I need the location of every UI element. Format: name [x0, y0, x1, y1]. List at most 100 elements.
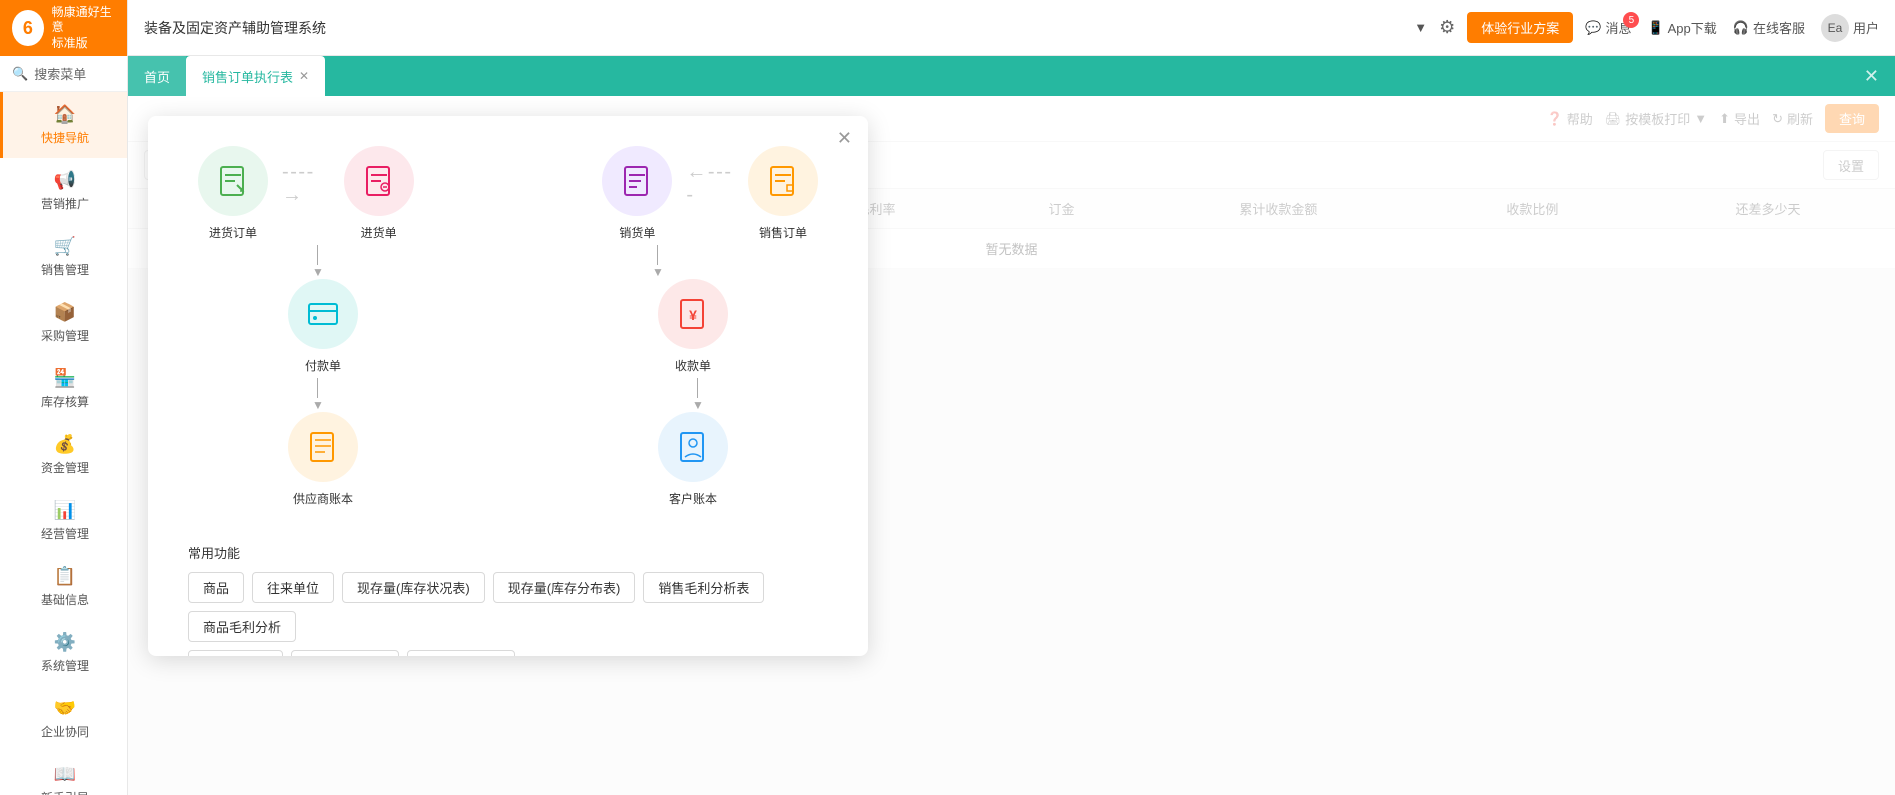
- arrow-purchase-to-bill: - - - - →: [278, 161, 334, 227]
- flow-item-purchase-order[interactable]: 进货订单: [188, 146, 278, 241]
- func-btn-stock-status[interactable]: 现存量(库存状况表): [342, 572, 485, 603]
- message-badge: 5: [1623, 12, 1639, 28]
- user-action[interactable]: Ea 用户: [1821, 14, 1879, 42]
- arrow-sales-order-to-bill: ← - - - -: [682, 161, 738, 227]
- corp-icon: 🤝: [54, 698, 76, 719]
- sidebar-item-finance[interactable]: 💰 资金管理: [0, 422, 127, 488]
- sales-icon: 🛒: [54, 236, 76, 257]
- inventory-icon: 🏪: [54, 368, 76, 389]
- sidebar-item-guide[interactable]: 📖 新手引导: [0, 752, 127, 795]
- sidebar-item-quick-nav[interactable]: 🏠 快捷导航: [0, 92, 127, 158]
- flow-item-supplier-ledger[interactable]: 供应商账本: [278, 412, 368, 507]
- svg-text:¥: ¥: [689, 307, 697, 323]
- experience-btn[interactable]: 体验行业方案: [1467, 12, 1573, 43]
- flow-item-sales-order[interactable]: 销售订单: [738, 146, 828, 241]
- flow-item-payment-bill[interactable]: 付款单: [278, 279, 368, 374]
- message-icon: 💬: [1585, 20, 1601, 36]
- supplier-ledger-circle: [288, 412, 358, 482]
- common-functions: 常用功能 商品 往来单位 现存量(库存状况表) 现存量(库存分布表) 销售毛利分…: [148, 527, 868, 656]
- quick-nav-modal: ✕ 进货订单: [148, 116, 868, 656]
- purchase-order-circle: [198, 146, 268, 216]
- marketing-icon: 📢: [54, 170, 76, 191]
- modal-overlay: ✕ 进货订单: [128, 96, 1895, 795]
- home-icon: 🏠: [54, 104, 76, 125]
- settings-icon[interactable]: ⚙: [1439, 17, 1455, 38]
- purchase-bill-label: 进货单: [361, 224, 397, 241]
- common-title: 常用功能: [188, 543, 828, 562]
- system-icon: ⚙️: [54, 632, 76, 653]
- sidebar-item-operation[interactable]: 📊 经营管理: [0, 488, 127, 554]
- sidebar-item-marketing[interactable]: 📢 营销推广: [0, 158, 127, 224]
- flow-item-purchase-bill[interactable]: 进货单: [334, 146, 424, 241]
- search-icon: 🔍: [12, 66, 28, 82]
- flow-item-sales-bill[interactable]: 销货单: [592, 146, 682, 241]
- message-action[interactable]: 💬 消息 5: [1585, 18, 1631, 37]
- content-area: ❓ 帮助 🖨 按模板打印 ▼ ⬆ 导出 ↻ 刷新 查询: [128, 96, 1895, 795]
- sidebar-item-corp[interactable]: 🤝 企业协同: [0, 686, 127, 752]
- topbar: 装备及固定资产辅助管理系统 ▼ ⚙ 体验行业方案 💬 消息 5 📱 App下载 …: [128, 0, 1895, 56]
- func-btn-product[interactable]: 商品: [188, 572, 244, 603]
- topbar-actions: 💬 消息 5 📱 App下载 🎧 在线客服 Ea 用户: [1585, 14, 1879, 42]
- tab-home[interactable]: 首页: [128, 56, 186, 96]
- close-tab-icon[interactable]: ✕: [1864, 66, 1895, 87]
- flow-row-1: 进货订单 - - - - → 进货单: [188, 146, 828, 241]
- flow-item-receipt-bill[interactable]: ¥ 收款单: [648, 279, 738, 374]
- flow-arrows-row2: ▼ ▼: [188, 378, 828, 412]
- operation-icon: 📊: [54, 500, 76, 521]
- sidebar-item-inventory[interactable]: 🏪 库存核算: [0, 356, 127, 422]
- func-btn-sales-rank[interactable]: 销售排行榜: [188, 650, 283, 656]
- func-btn-product-profit[interactable]: 商品毛利分析: [188, 611, 296, 642]
- func-btn-payment-stat[interactable]: 付款情况统计: [407, 650, 515, 656]
- flow-area: 进货订单 - - - - → 进货单: [148, 116, 868, 527]
- func-btn-sales-profit[interactable]: 销售毛利分析表: [643, 572, 764, 603]
- sidebar-item-sales[interactable]: 🛒 销售管理: [0, 224, 127, 290]
- purchase-order-label: 进货订单: [209, 224, 257, 241]
- func-buttons-row1: 商品 往来单位 现存量(库存状况表) 现存量(库存分布表) 销售毛利分析表 商品…: [188, 572, 828, 642]
- system-title: 装备及固定资产辅助管理系统: [144, 18, 1402, 38]
- guide-icon: 📖: [54, 764, 76, 785]
- dropdown-chevron-icon: ▼: [1414, 20, 1427, 35]
- flow-row-3: 供应商账本 客户账本: [188, 412, 828, 507]
- avatar: Ea: [1821, 14, 1849, 42]
- payment-bill-circle: [288, 279, 358, 349]
- sales-bill-circle: [602, 146, 672, 216]
- sidebar-nav: 🏠 快捷导航 📢 营销推广 🛒 销售管理 📦 采购管理 🏪 库存核算 💰: [0, 92, 127, 795]
- logo-text: 畅康通好生意 标准版: [52, 5, 115, 52]
- flow-item-customer-ledger[interactable]: 客户账本: [648, 412, 738, 507]
- tab-close-icon[interactable]: ✕: [299, 69, 309, 83]
- supplier-ledger-label: 供应商账本: [293, 490, 353, 507]
- func-btn-partner[interactable]: 往来单位: [252, 572, 334, 603]
- receipt-bill-circle: ¥: [658, 279, 728, 349]
- basic-icon: 📋: [54, 566, 76, 587]
- tab-sales-order[interactable]: 销售订单执行表 ✕: [186, 56, 325, 96]
- purchase-icon: 📦: [54, 302, 76, 323]
- func-buttons-row2: 销售排行榜 收款情况统计 付款情况统计: [188, 650, 828, 656]
- modal-close-btn[interactable]: ✕: [837, 128, 852, 149]
- func-btn-receipt-stat[interactable]: 收款情况统计: [291, 650, 399, 656]
- customer-ledger-circle: [658, 412, 728, 482]
- sales-bill-label: 销货单: [619, 224, 655, 241]
- customer-ledger-label: 客户账本: [669, 490, 717, 507]
- online-service-action[interactable]: 🎧 在线客服: [1733, 18, 1805, 37]
- sidebar: 6 畅康通好生意 标准版 🔍 搜索菜单 🏠 快捷导航 📢 营销推广 🛒 销售管理: [0, 0, 128, 795]
- sidebar-search[interactable]: 🔍 搜索菜单: [0, 56, 127, 92]
- sales-order-circle: [748, 146, 818, 216]
- system-dropdown[interactable]: ▼: [1414, 20, 1427, 35]
- sidebar-item-system[interactable]: ⚙️ 系统管理: [0, 620, 127, 686]
- flow-row-2: 付款单 ¥ 收款单: [188, 279, 828, 374]
- sales-order-label: 销售订单: [759, 224, 807, 241]
- tabbar: 首页 销售订单执行表 ✕ ✕: [128, 56, 1895, 96]
- func-btn-stock-dist[interactable]: 现存量(库存分布表): [493, 572, 636, 603]
- receipt-bill-label: 收款单: [675, 357, 711, 374]
- sidebar-logo: 6 畅康通好生意 标准版: [0, 0, 127, 56]
- finance-icon: 💰: [54, 434, 76, 455]
- app-download-action[interactable]: 📱 App下载: [1647, 18, 1716, 37]
- sidebar-item-purchase[interactable]: 📦 采购管理: [0, 290, 127, 356]
- purchase-bill-circle: [344, 146, 414, 216]
- main-area: 装备及固定资产辅助管理系统 ▼ ⚙ 体验行业方案 💬 消息 5 📱 App下载 …: [128, 0, 1895, 795]
- sidebar-item-basic[interactable]: 📋 基础信息: [0, 554, 127, 620]
- logo-icon: 6: [12, 10, 44, 46]
- payment-bill-label: 付款单: [305, 357, 341, 374]
- mobile-icon: 📱: [1647, 20, 1663, 36]
- flow-arrows-row: ▼ ▼: [188, 245, 828, 279]
